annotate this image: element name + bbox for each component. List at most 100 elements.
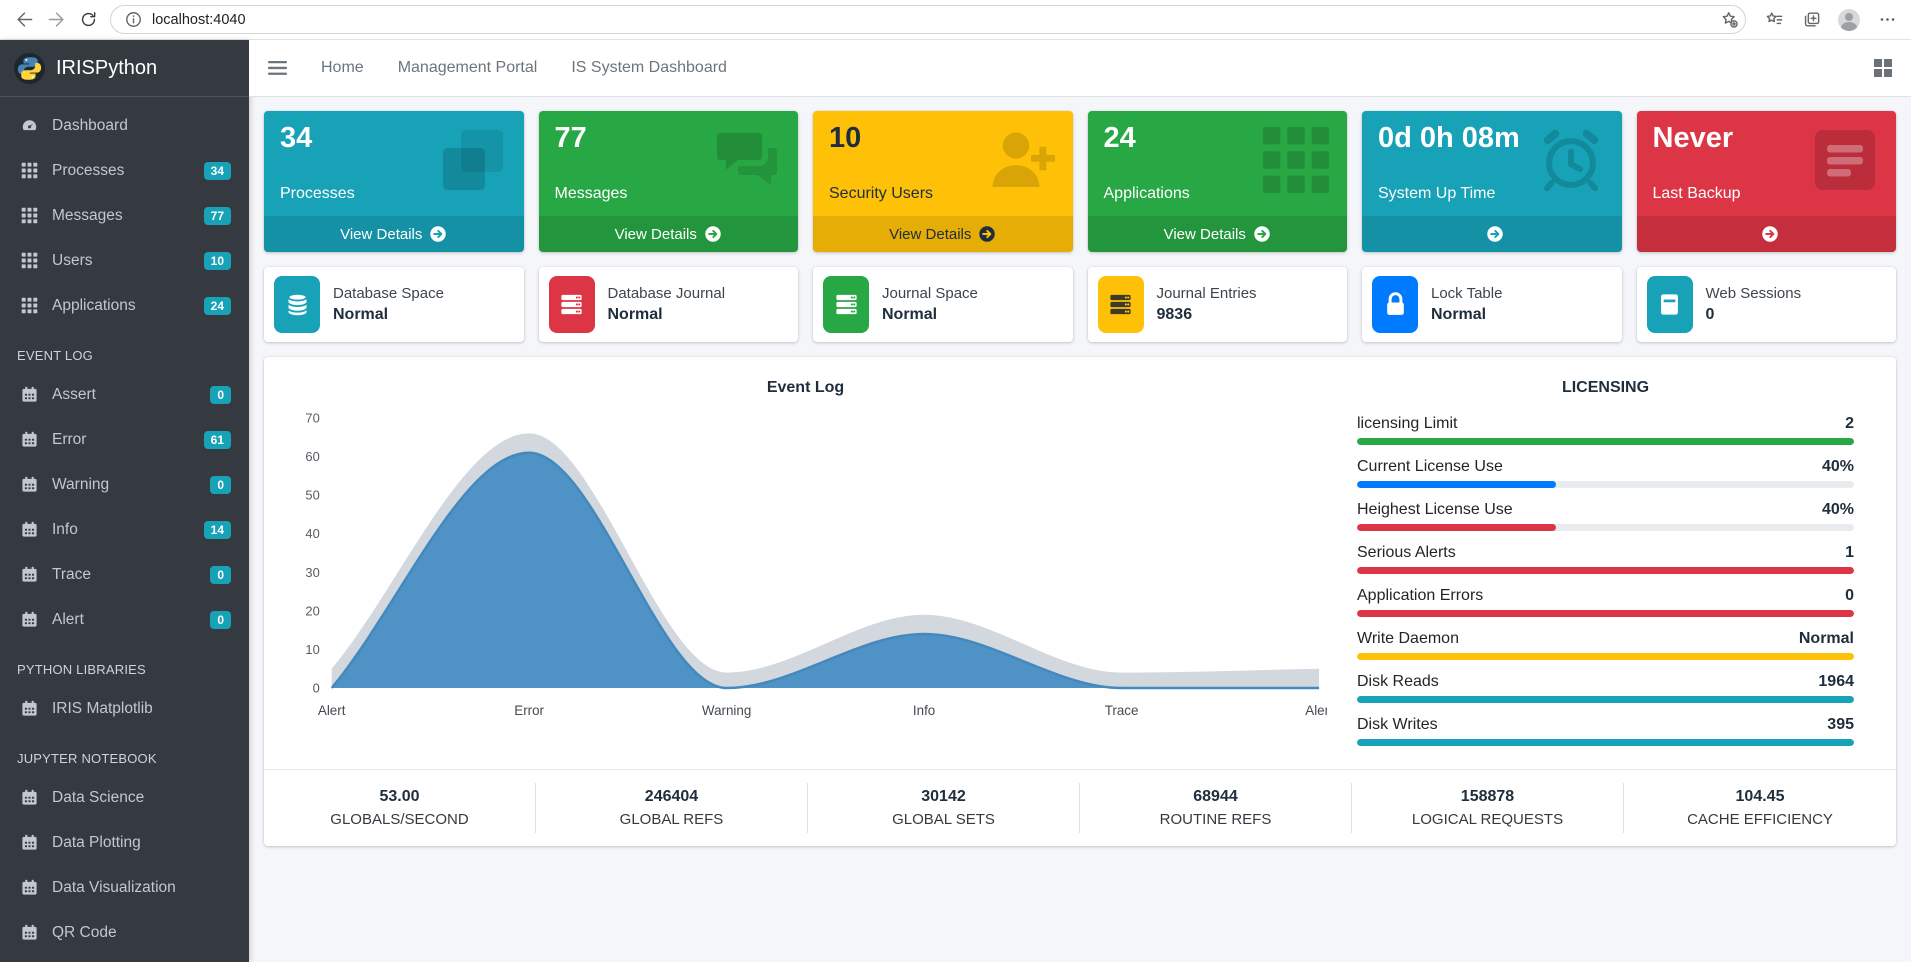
grid-icon <box>16 162 43 179</box>
x-axis-label: Alert <box>1305 703 1327 718</box>
sidebar-item-applications[interactable]: Applications 24 <box>8 283 241 328</box>
stat-cards-row: 34 Processes View Details 77 Messages Vi… <box>264 111 1896 252</box>
top-navbar: Home Management Portal IS System Dashboa… <box>249 40 1911 97</box>
reload-button[interactable] <box>78 10 98 30</box>
progress-fill <box>1357 653 1854 660</box>
x-axis-label: Info <box>913 703 935 718</box>
info-box-value: Normal <box>607 306 663 323</box>
stat-label: Processes <box>280 185 355 202</box>
add-favorite-icon[interactable] <box>1719 10 1739 30</box>
x-axis-label: Error <box>514 703 544 718</box>
x-axis-label: Warning <box>702 703 751 718</box>
count-badge: 0 <box>210 385 231 404</box>
back-button[interactable] <box>14 10 34 30</box>
sidebar-item-users[interactable]: Users 10 <box>8 238 241 283</box>
licensing-row: licensing Limit 2 <box>1357 415 1854 445</box>
server-stack-icon <box>823 276 869 333</box>
grid-icon <box>16 297 43 314</box>
stat-card-system-up-time: 0d 0h 08m System Up Time <box>1362 111 1622 252</box>
sidebar-item-messages[interactable]: Messages 77 <box>8 193 241 238</box>
licensing-label: Serious Alerts <box>1357 544 1456 561</box>
brand[interactable]: IRISPython <box>0 40 249 97</box>
progress-track <box>1357 610 1854 617</box>
sidebar-item-assert[interactable]: Assert 0 <box>8 372 241 417</box>
count-badge: 77 <box>203 206 231 225</box>
sidebar-item-label: Info <box>52 520 78 538</box>
view-details-link[interactable] <box>1362 216 1622 252</box>
sidebar-item-data-plotting[interactable]: Data Plotting <box>8 820 241 865</box>
sidebar-item-warning[interactable]: Warning 0 <box>8 462 241 507</box>
sidebar-item-processes[interactable]: Processes 34 <box>8 148 241 193</box>
sidebar-item-label: Applications <box>52 296 136 314</box>
url-text: localhost:4040 <box>152 11 246 28</box>
sidebar-item-qr-code[interactable]: QR Code <box>8 910 241 955</box>
python-logo-icon <box>14 52 45 84</box>
licensing-panel: LICENSING licensing Limit 2 Current Licen… <box>1351 373 1896 759</box>
calendar-icon <box>16 789 43 806</box>
grid-icon <box>16 207 43 224</box>
collections-icon[interactable] <box>1801 10 1821 30</box>
licensing-label: licensing Limit <box>1357 415 1458 432</box>
more-menu-icon[interactable] <box>1877 10 1897 30</box>
favorites-bar-icon[interactable] <box>1764 10 1784 30</box>
forward-button[interactable] <box>46 10 66 30</box>
arrow-circle-right-icon <box>979 226 996 242</box>
page-info-icon[interactable] <box>123 10 143 30</box>
calendar-icon <box>16 611 43 628</box>
sidebar-item-error[interactable]: Error 61 <box>8 417 241 462</box>
sidebar-item-label: Warning <box>52 475 110 493</box>
sidebar-nav: Dashboard Processes 34 Messages 77 Users… <box>0 97 249 961</box>
stat-value: Never <box>1652 122 1734 154</box>
count-badge: 10 <box>203 251 231 270</box>
sidebar-item-label: Data Plotting <box>52 833 141 851</box>
nav-link-home[interactable]: Home <box>321 59 364 77</box>
event-log-area-chart: 0 10 20 30 40 50 60 70 Alert Error Warning Info Trac… <box>305 410 1327 718</box>
nav-link-management-portal[interactable]: Management Portal <box>398 59 538 77</box>
sidebar-item-label: Dashboard <box>52 116 128 134</box>
perf-stat: 104.45 CACHE EFFICIENCY <box>1687 788 1833 828</box>
licensing-row: Heighest License Use 40% <box>1357 501 1854 531</box>
licensing-row: Current License Use 40% <box>1357 458 1854 488</box>
arrow-circle-right-icon <box>1487 226 1503 242</box>
perf-stat: 158878 LOGICAL REQUESTS <box>1352 783 1624 833</box>
sidebar-item-data-visualization[interactable]: Data Visualization <box>8 865 241 910</box>
info-box-title: Web Sessions <box>1705 285 1802 302</box>
info-box-title: Journal Space <box>882 285 978 302</box>
licensing-value: 40% <box>1821 501 1854 518</box>
progress-track <box>1357 524 1854 531</box>
licensing-label: Disk Reads <box>1357 673 1439 690</box>
view-details-link[interactable]: View Details <box>813 216 1073 252</box>
sidebar-item-dashboard[interactable]: Dashboard <box>8 103 241 148</box>
sidebar-item-label: Data Visualization <box>52 878 176 896</box>
chart-title: Event Log <box>766 379 845 396</box>
sidebar-item-iris-matplotlib[interactable]: IRIS Matplotlib <box>8 686 241 731</box>
apps-grid-icon[interactable] <box>1874 59 1892 77</box>
progress-fill <box>1357 524 1556 531</box>
sidebar-item-label: Processes <box>52 161 125 179</box>
nav-section-header: EVENT LOG <box>17 348 93 363</box>
sidebar-item-info[interactable]: Info 14 <box>8 507 241 552</box>
info-box-title: Database Space <box>333 285 444 302</box>
licensing-row: Serious Alerts 1 <box>1357 544 1854 574</box>
view-details-link[interactable]: View Details <box>538 216 798 252</box>
nav-section-header: PYTHON LIBRARIES <box>17 662 146 677</box>
nav-link-is-system-dashboard[interactable]: IS System Dashboard <box>571 59 727 77</box>
count-badge: 14 <box>203 520 231 539</box>
arrow-circle-right-icon <box>430 226 447 242</box>
count-badge: 0 <box>210 610 231 629</box>
sidebar-item-alert[interactable]: Alert 0 <box>8 597 241 642</box>
licensing-value: 0 <box>1845 587 1854 604</box>
sidebar-item-data-science[interactable]: Data Science <box>8 775 241 820</box>
profile-avatar[interactable] <box>1838 8 1860 31</box>
view-details-link[interactable]: View Details <box>264 216 524 252</box>
server-stack-icon <box>548 276 595 333</box>
view-details-link[interactable]: View Details <box>1087 216 1347 252</box>
sidebar-item-trace[interactable]: Trace 0 <box>8 552 241 597</box>
licensing-value: 1964 <box>1818 673 1854 690</box>
menu-toggle-icon[interactable] <box>268 60 287 76</box>
info-box-value: Normal <box>1431 306 1487 323</box>
count-badge: 34 <box>203 161 231 180</box>
view-details-link[interactable] <box>1636 216 1896 252</box>
info-box-value: Normal <box>333 306 389 323</box>
url-bar[interactable]: localhost:4040 <box>110 5 1746 34</box>
